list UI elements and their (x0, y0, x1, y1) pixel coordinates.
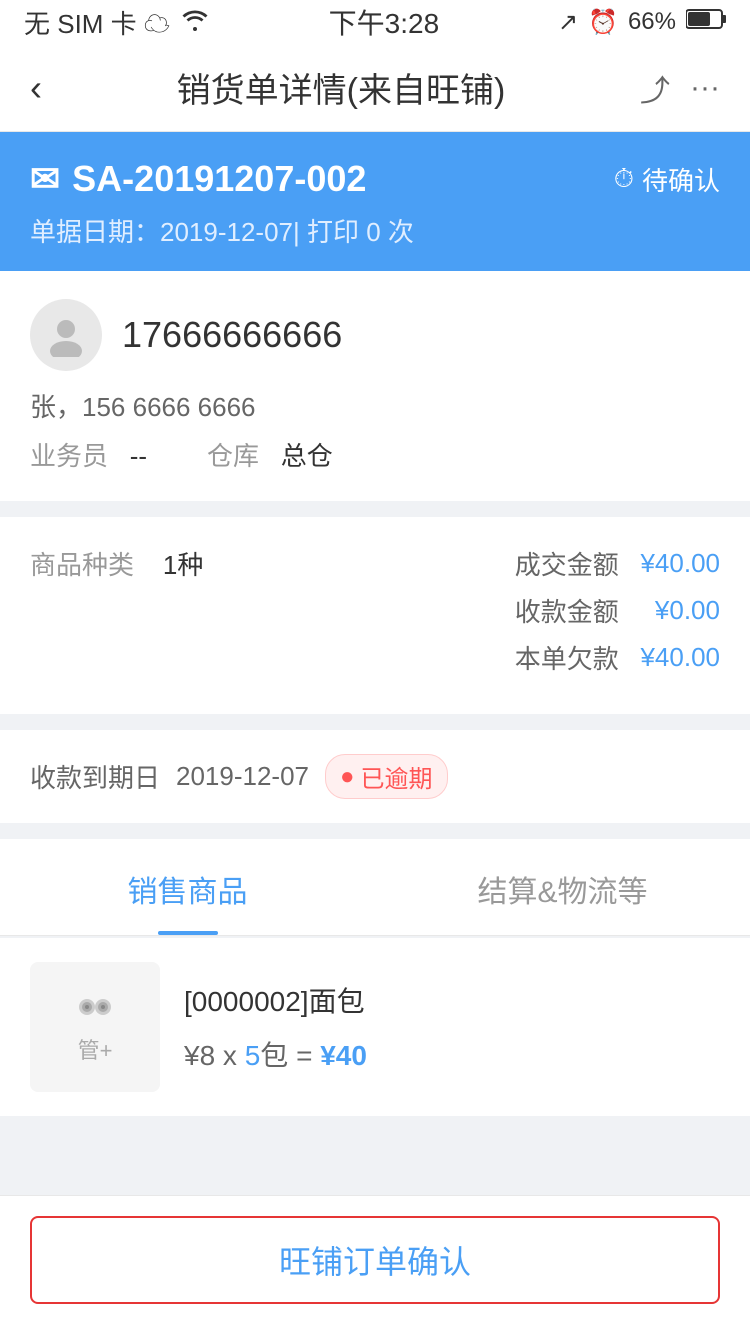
header-card: ✉ SA-20191207-002 ⏱ 待确认 单据日期：2019-12-07|… (0, 132, 750, 271)
amount-label: 成交金额 (515, 545, 619, 582)
share-button[interactable]: ⤴ (640, 66, 670, 110)
battery-text: 66% (628, 8, 676, 36)
warehouse-label: 仓库 (207, 441, 259, 471)
product-logo-text: 管+ (78, 1033, 113, 1065)
nav-bar: ‹ 销货单详情(来自旺铺) ⤴ ··· (0, 44, 750, 132)
product-thumbnail: 管+ (30, 962, 160, 1092)
overdue-badge: ● 已逾期 (325, 754, 448, 799)
tab-sales-product[interactable]: 销售商品 (0, 839, 375, 935)
location-icon: ↗ (558, 8, 578, 37)
nav-title: 销货单详情(来自旺铺) (177, 63, 506, 112)
confirm-button[interactable]: 旺铺订单确认 (30, 1216, 720, 1304)
product-type-value: 1种 (163, 550, 203, 580)
header-card-top: ✉ SA-20191207-002 ⏱ 待确认 (30, 158, 720, 200)
product-section: 管+ [0000002]面包 ¥8 x 5包 = ¥40 (0, 938, 750, 1116)
due-date-value: 2019-12-07 (176, 761, 309, 792)
status-bar: 无 SIM 卡 ☁ 下午3:28 ↗ ⏰ 66% (0, 0, 750, 44)
tab-settlement[interactable]: 结算&物流等 (375, 839, 750, 935)
wifi-icon (180, 7, 210, 38)
customer-meta: 业务员 -- 仓库 总仓 (30, 436, 720, 473)
tabs-section: 销售商品 结算&物流等 (0, 839, 750, 936)
status-left: 无 SIM 卡 ☁ (24, 4, 210, 41)
order-icon: ✉ (30, 158, 60, 200)
customer-section: 17666666666 张，156 6666 6666 业务员 -- 仓库 总仓 (0, 271, 750, 501)
due-date-label: 收款到期日 (30, 758, 160, 795)
status-clock-icon: ⏱ (614, 163, 634, 195)
product-info: [0000002]面包 ¥8 x 5包 = ¥40 (184, 980, 720, 1074)
bottom-bar: 旺铺订单确认 (0, 1195, 750, 1334)
received-label: 收款金额 (515, 592, 619, 629)
summary-left: 商品种类 1种 (30, 545, 203, 582)
warehouse-value: 总仓 (281, 441, 333, 471)
summary-section: 商品种类 1种 成交金额 ¥40.00 收款金额 ¥0.00 本单欠款 ¥40.… (0, 517, 750, 714)
order-status: ⏱ 待确认 (614, 161, 720, 198)
sim-status: 无 SIM 卡 ☁ (24, 4, 170, 41)
order-date: 单据日期：2019-12-07| 打印 0 次 (30, 212, 720, 249)
summary-row: 商品种类 1种 成交金额 ¥40.00 收款金额 ¥0.00 本单欠款 ¥40.… (30, 545, 720, 686)
status-time: 下午3:28 (329, 2, 440, 42)
staff-label: 业务员 (30, 441, 108, 471)
product-price: ¥8 x 5包 = ¥40 (184, 1034, 720, 1074)
alarm-icon: ⏰ (588, 8, 618, 37)
price-unit: ¥8 (184, 1040, 215, 1071)
staff-value: -- (130, 441, 147, 471)
overdue-text: 已逾期 (361, 759, 433, 794)
amount-value: ¥40.00 (640, 548, 720, 579)
product-type-label: 商品种类 (30, 550, 134, 580)
customer-name: 张，156 6666 6666 (30, 387, 720, 424)
overdue-icon: ● (340, 763, 355, 791)
owed-value: ¥40.00 (640, 642, 720, 673)
nav-right: ⤴ ··· (640, 66, 720, 110)
nav-left: ‹ (30, 67, 42, 109)
status-right: ↗ ⏰ 66% (558, 8, 726, 37)
battery-icon (686, 8, 726, 37)
tabs-row: 销售商品 结算&物流等 (0, 839, 750, 936)
due-section: 收款到期日 2019-12-07 ● 已逾期 (0, 730, 750, 823)
order-number: ✉ SA-20191207-002 (30, 158, 366, 200)
amount-row-1: 成交金额 ¥40.00 (515, 545, 720, 582)
received-value: ¥0.00 (655, 595, 720, 626)
product-name: [0000002]面包 (184, 980, 720, 1020)
more-button[interactable]: ··· (690, 71, 720, 105)
avatar (30, 299, 102, 371)
amount-row-3: 本单欠款 ¥40.00 (515, 639, 720, 676)
product-total: ¥40 (320, 1040, 367, 1071)
amount-row-2: 收款金额 ¥0.00 (515, 592, 720, 629)
summary-right: 成交金额 ¥40.00 收款金额 ¥0.00 本单欠款 ¥40.00 (515, 545, 720, 686)
product-qty: 5 (245, 1040, 261, 1071)
customer-phone: 17666666666 (122, 314, 342, 356)
product-unit: 包 (260, 1040, 288, 1071)
customer-row: 17666666666 (30, 299, 720, 371)
back-button[interactable]: ‹ (30, 67, 42, 109)
owed-label: 本单欠款 (515, 639, 619, 676)
